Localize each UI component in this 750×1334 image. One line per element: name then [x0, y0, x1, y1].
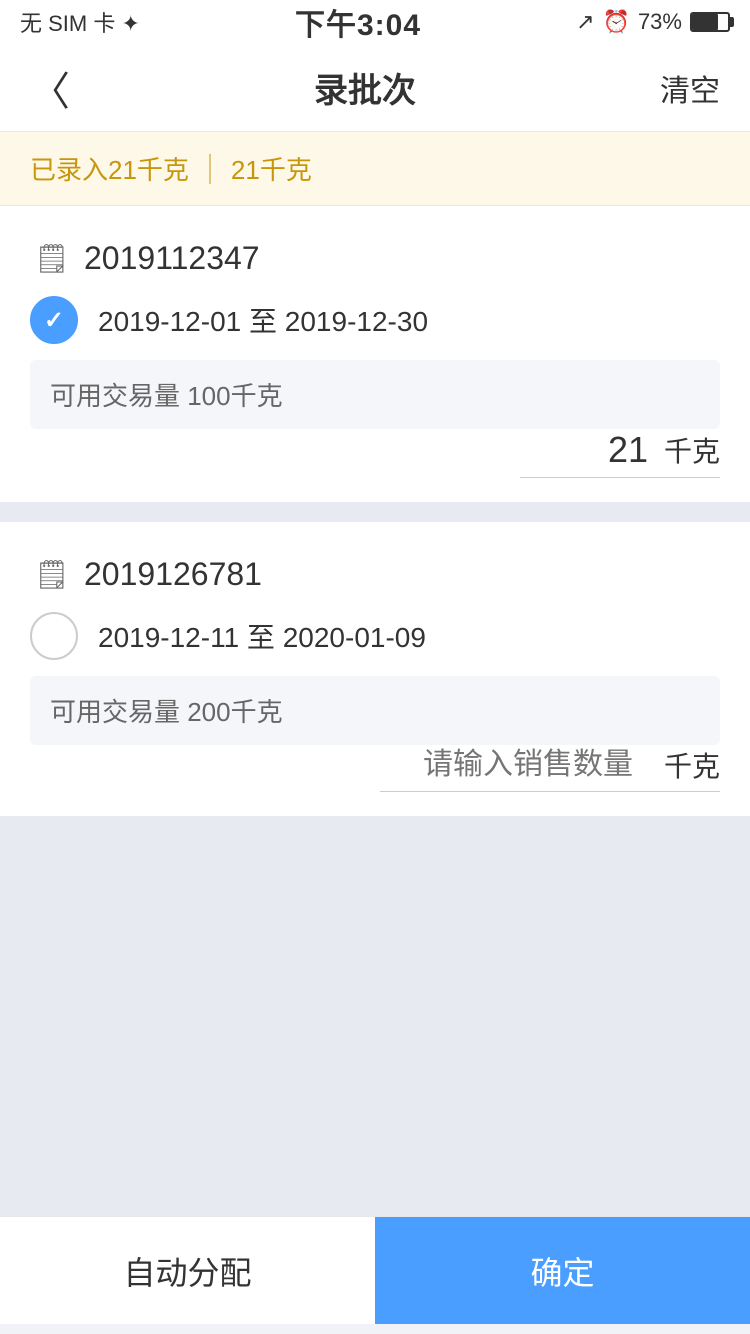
batch1-header: 🗒 2019112347	[30, 236, 720, 280]
batch1-amount-wrapper: 21 千克	[0, 429, 750, 502]
batch2-icon: 🗒	[30, 552, 74, 596]
batch2-input-unit: 千克	[664, 745, 720, 785]
batch2-date-row[interactable]: 2019-12-11 至 2020-01-09	[30, 612, 720, 660]
status-bar-left: 无 SIM 卡 ✦	[20, 6, 140, 38]
battery-label: 73%	[638, 9, 682, 35]
batch2-number: 2019126781	[84, 556, 262, 593]
status-bar-time: 下午3:04	[295, 0, 421, 44]
batch2-input-wrapper: 千克	[0, 745, 750, 816]
confirm-button[interactable]: 确定	[375, 1217, 750, 1324]
batch1-date-row[interactable]: 2019-12-01 至 2019-12-30	[30, 296, 720, 344]
total-amount: 21千克	[231, 150, 312, 187]
sim-label: 无 SIM 卡 ✦	[20, 6, 140, 38]
batch2-radio[interactable]	[30, 612, 78, 660]
bottom-bar: 自动分配 确定	[0, 1216, 750, 1324]
clear-button[interactable]: 清空	[640, 66, 720, 110]
recorded-amount: 已录入21千克	[30, 150, 189, 187]
batch1-card: 🗒 2019112347 2019-12-01 至 2019-12-30 可用交…	[0, 206, 750, 429]
batch1-radio[interactable]	[30, 296, 78, 344]
batch1-amount-row: 21 千克	[608, 429, 720, 471]
page-title: 录批次	[314, 63, 416, 112]
batch2-header: 🗒 2019126781	[30, 552, 720, 596]
gray-area	[0, 816, 750, 1216]
auto-distribute-button[interactable]: 自动分配	[0, 1217, 375, 1324]
batch1-icon: 🗒	[30, 236, 74, 280]
batch2-card: 🗒 2019126781 2019-12-11 至 2020-01-09 可用交…	[0, 522, 750, 745]
batch1-amount-unit: 千克	[664, 430, 720, 470]
status-bar-right: ↗ ⏰ 73%	[576, 9, 730, 35]
batch2-input-row[interactable]: 千克	[328, 745, 720, 785]
batch1-amount-value: 21	[608, 429, 648, 471]
batch2-underline	[380, 791, 720, 792]
location-icon: ↗	[576, 9, 594, 35]
alarm-icon: ⏰	[603, 9, 630, 35]
batch1-date-range: 2019-12-01 至 2019-12-30	[98, 300, 428, 340]
info-banner: 已录入21千克 21千克	[0, 132, 750, 206]
battery-icon	[690, 12, 730, 32]
batch2-avail: 可用交易量 200千克	[30, 676, 720, 745]
back-button[interactable]: 〈	[30, 59, 90, 117]
batch1-underline	[520, 477, 720, 478]
nav-bar: 〈 录批次 清空	[0, 44, 750, 132]
batch1-avail: 可用交易量 100千克	[30, 360, 720, 429]
status-bar: 无 SIM 卡 ✦ 下午3:04 ↗ ⏰ 73%	[0, 0, 750, 44]
section-divider	[0, 502, 750, 522]
banner-divider	[209, 154, 211, 184]
batch2-qty-input[interactable]	[328, 748, 648, 782]
batch1-number: 2019112347	[84, 240, 260, 277]
batch2-date-range: 2019-12-11 至 2020-01-09	[98, 616, 426, 656]
